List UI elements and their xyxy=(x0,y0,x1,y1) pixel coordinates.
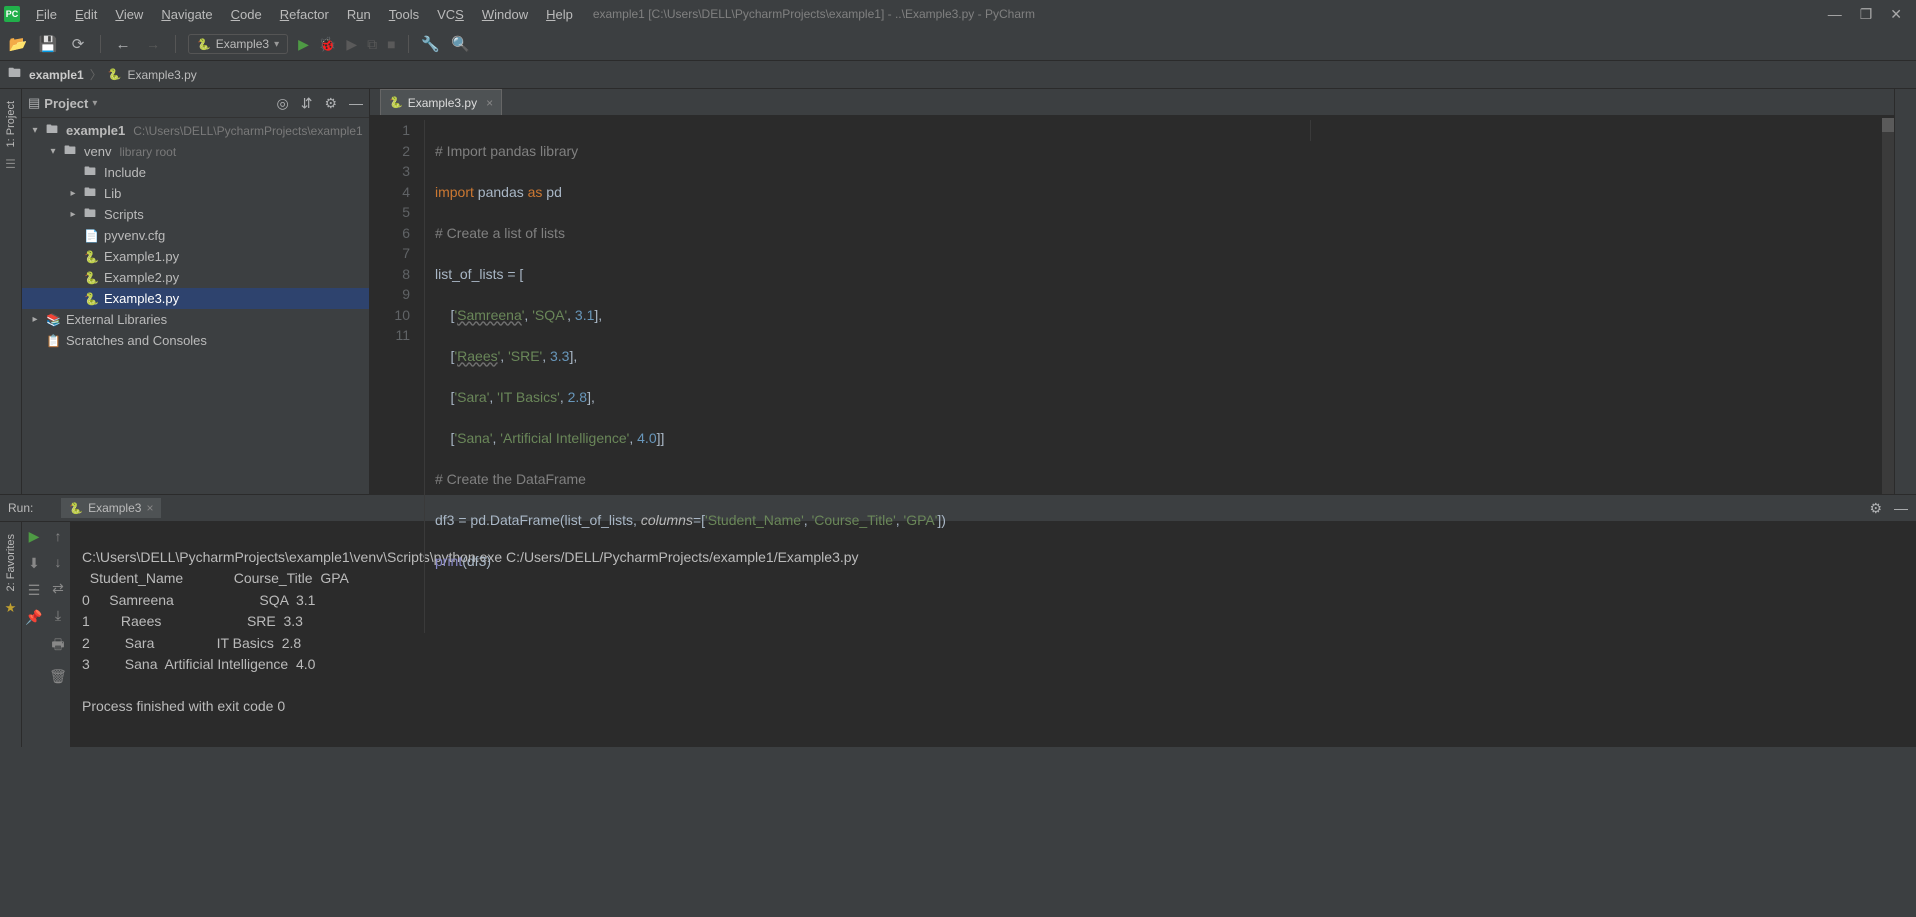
run-config-label: Example3 xyxy=(216,37,269,51)
down-icon[interactable]: ↓ xyxy=(55,554,62,570)
menu-edit[interactable]: Edit xyxy=(67,3,105,26)
run-coverage-icon[interactable]: ▶ xyxy=(346,36,357,53)
menu-view[interactable]: View xyxy=(107,3,151,26)
run-icon[interactable]: ▶ xyxy=(298,36,309,53)
gear-icon[interactable]: ⚙ xyxy=(324,95,337,112)
open-icon[interactable]: 📂 xyxy=(8,35,28,53)
debug-icon[interactable]: 🐞 xyxy=(319,36,336,53)
right-toolstrip xyxy=(1894,89,1916,494)
wrench-icon[interactable]: 🔧 xyxy=(421,35,441,53)
breadcrumb-file[interactable]: Example3.py xyxy=(127,68,196,82)
pin-icon[interactable]: 📌 xyxy=(25,609,42,626)
up-icon[interactable]: ↑ xyxy=(55,528,62,544)
menu-tools[interactable]: Tools xyxy=(381,3,427,26)
structure-icon[interactable]: ☰ xyxy=(5,157,16,171)
chevron-down-icon[interactable]: ▾ xyxy=(92,98,97,109)
scroll-icon[interactable]: ⤓ xyxy=(55,607,61,624)
breadcrumb: 🖿 example1 〉 🐍 Example3.py xyxy=(0,61,1916,89)
back-icon[interactable]: ← xyxy=(113,36,133,53)
python-icon: 🐍 xyxy=(69,502,83,515)
star-icon[interactable]: ★ xyxy=(5,600,17,616)
breadcrumb-root[interactable]: example1 xyxy=(29,68,84,82)
trash-icon[interactable]: 🗑 xyxy=(49,668,67,685)
python-icon: 🐍 xyxy=(197,38,211,51)
maximize-icon[interactable]: ❐ xyxy=(1860,6,1873,23)
project-tree: ▾🖿 example1 C:\Users\DELL\PycharmProject… xyxy=(22,118,369,494)
toolbar: 📂 💾 ⟳ ← → 🐍 Example3 ▾ ▶ 🐞 ▶ ⧉ ■ 🔧 🔍 xyxy=(0,28,1916,61)
attach-icon[interactable]: ⧉ xyxy=(367,36,377,53)
menu-window[interactable]: Window xyxy=(474,3,536,26)
project-pane: ▤ Project ▾ ◎ ⇵ ⚙ — ▾🖿 example1 C:\Users… xyxy=(22,89,370,494)
menu-file[interactable]: File xyxy=(28,3,65,26)
tree-file-1[interactable]: 🐍Example1.py xyxy=(22,246,369,267)
print-icon[interactable]: 🖶 xyxy=(51,634,64,658)
tree-file-3[interactable]: 🐍Example3.py xyxy=(22,288,369,309)
left-bottom-strip: 2: Favorites ★ xyxy=(0,522,22,747)
layout-icon[interactable]: ☰ xyxy=(28,582,41,599)
tree-root[interactable]: ▾🖿 example1 C:\Users\DELL\PycharmProject… xyxy=(22,120,369,141)
collapse-icon[interactable]: ⇵ xyxy=(301,95,313,112)
menu-vcs[interactable]: VCS xyxy=(429,3,472,26)
sidebar-tab-project[interactable]: 1: Project xyxy=(3,95,19,153)
editor-body[interactable]: 12 34 56 78 910 11 # Import pandas libra… xyxy=(370,116,1894,633)
menu-refactor[interactable]: Refactor xyxy=(272,3,337,26)
run-configuration[interactable]: 🐍 Example3 ▾ xyxy=(188,34,288,54)
gutter: 12 34 56 78 910 11 xyxy=(370,120,425,633)
menu-bar: File Edit View Navigate Code Refactor Ru… xyxy=(28,3,581,26)
project-header: ▤ Project ▾ ◎ ⇵ ⚙ — xyxy=(22,89,369,118)
app-icon: PC xyxy=(4,6,20,22)
menu-run[interactable]: Run xyxy=(339,3,379,26)
run-tab[interactable]: 🐍 Example3 × xyxy=(61,498,161,518)
tree-pyvenv[interactable]: 📄pyvenv.cfg xyxy=(22,225,369,246)
hide-icon[interactable]: — xyxy=(1894,500,1908,517)
tree-include[interactable]: 🖿Include xyxy=(22,162,369,183)
editor-tabs: 🐍 Example3.py × xyxy=(370,89,1894,116)
chevron-down-icon: ▾ xyxy=(274,39,279,50)
tree-scratches[interactable]: 📋Scratches and Consoles xyxy=(22,330,369,351)
minimize-icon[interactable]: — xyxy=(1828,6,1842,23)
titlebar: PC File Edit View Navigate Code Refactor… xyxy=(0,0,1916,28)
editor-scrollbar[interactable] xyxy=(1882,118,1894,494)
editor: 🐍 Example3.py × 12 34 56 78 910 11 # Imp… xyxy=(370,89,1894,494)
breadcrumb-sep: 〉 xyxy=(90,66,102,83)
editor-tab-example3[interactable]: 🐍 Example3.py × xyxy=(380,89,502,115)
menu-navigate[interactable]: Navigate xyxy=(153,3,220,26)
tree-lib[interactable]: ▸🖿Lib xyxy=(22,183,369,204)
code-area[interactable]: # Import pandas library import pandas as… xyxy=(425,120,1894,633)
save-icon[interactable]: 💾 xyxy=(38,35,58,53)
tree-external-libs[interactable]: ▸📚External Libraries xyxy=(22,309,369,330)
forward-icon[interactable]: → xyxy=(143,36,163,52)
window-title: example1 [C:\Users\DELL\PycharmProjects\… xyxy=(593,7,1035,21)
folder-icon: 🖿 xyxy=(8,64,21,86)
rerun-icon[interactable]: ▶ xyxy=(29,528,40,545)
project-title[interactable]: Project xyxy=(44,96,88,111)
run-side-toolbar-2: ↑ ↓ ⇄ ⤓ 🖶 🗑 xyxy=(46,522,70,747)
tree-scripts[interactable]: ▸🖿Scripts xyxy=(22,204,369,225)
hide-icon[interactable]: — xyxy=(349,95,363,112)
python-icon: 🐍 xyxy=(389,96,403,109)
wrap-icon[interactable]: ⇄ xyxy=(52,580,64,597)
python-icon: 🐍 xyxy=(108,68,122,81)
stop-icon[interactable]: ■ xyxy=(387,36,395,52)
close-tab-icon[interactable]: × xyxy=(146,501,153,515)
editor-tab-label: Example3.py xyxy=(408,96,477,110)
search-icon[interactable]: 🔍 xyxy=(451,35,471,53)
tree-file-2[interactable]: 🐍Example2.py xyxy=(22,267,369,288)
close-tab-icon[interactable]: × xyxy=(486,96,493,110)
menu-code[interactable]: Code xyxy=(223,3,270,26)
left-toolstrip: 1: Project ☰ xyxy=(0,89,22,494)
project-view-icon: ▤ xyxy=(28,95,40,111)
close-icon[interactable]: ✕ xyxy=(1890,6,1902,23)
run-side-toolbar: ▶ ⬇ ☰ 📌 xyxy=(22,522,46,747)
tree-venv[interactable]: ▾🖿 venv library root xyxy=(22,141,369,162)
run-label: Run: xyxy=(8,501,33,515)
run-tab-label: Example3 xyxy=(88,501,141,515)
target-icon[interactable]: ◎ xyxy=(276,95,288,112)
reload-icon[interactable]: ⟳ xyxy=(68,35,88,53)
stop-icon[interactable]: ⬇ xyxy=(28,555,40,572)
menu-help[interactable]: Help xyxy=(538,3,581,26)
sidebar-tab-favorites[interactable]: 2: Favorites xyxy=(3,530,19,595)
